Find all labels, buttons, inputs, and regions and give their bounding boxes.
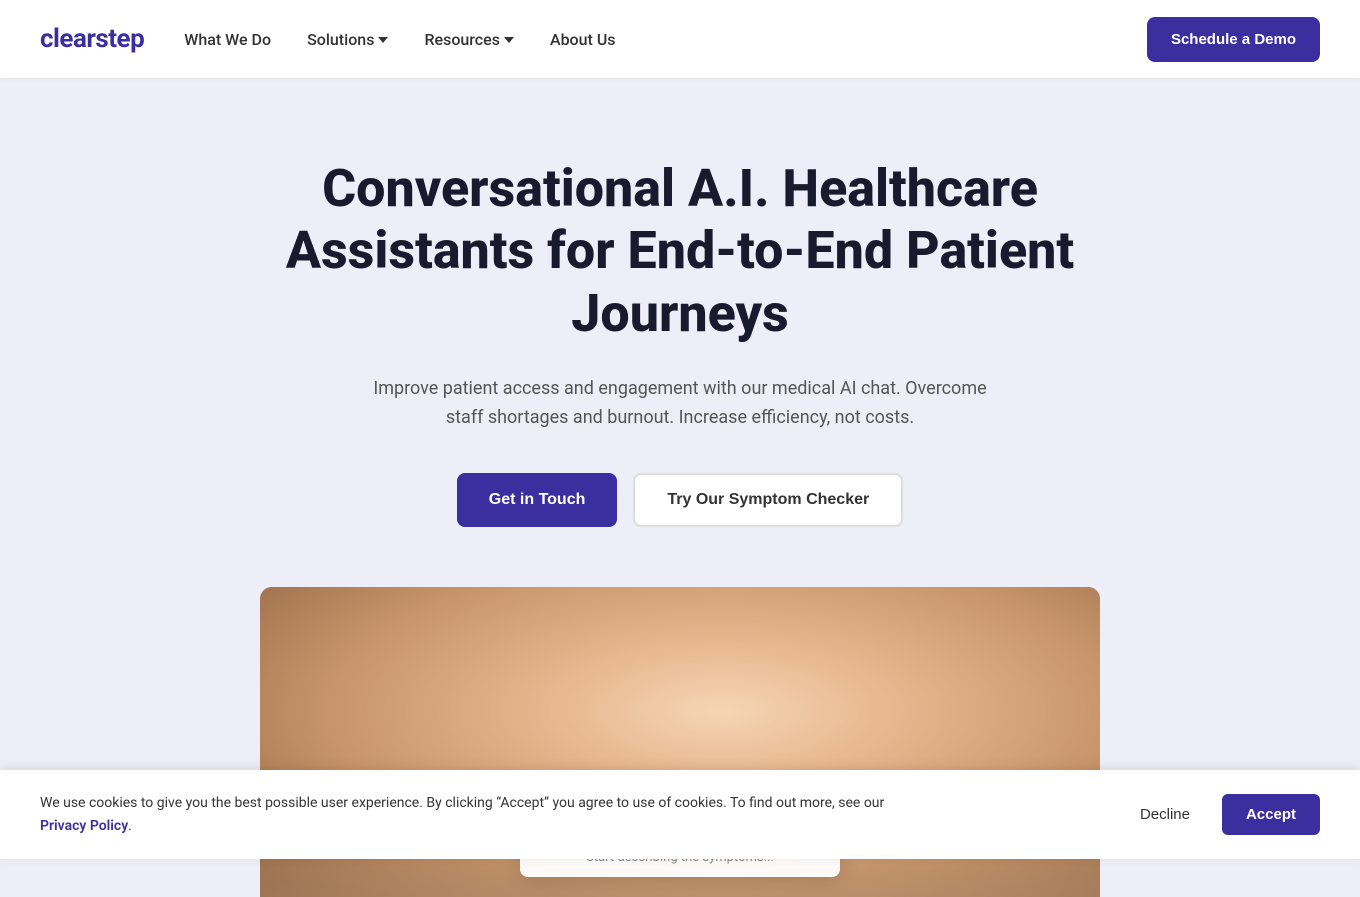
nav-item-what-we-do[interactable]: What We Do xyxy=(184,30,271,49)
nav-link-about-us[interactable]: About Us xyxy=(550,30,616,49)
nav-links: What We Do Solutions Resources About Us xyxy=(184,30,615,49)
hero-buttons: Get in Touch Try Our Symptom Checker xyxy=(40,473,1320,527)
symptom-checker-button[interactable]: Try Our Symptom Checker xyxy=(633,473,903,527)
nav-item-about-us[interactable]: About Us xyxy=(550,30,616,49)
cookie-text: We use cookies to give you the best poss… xyxy=(40,792,900,837)
privacy-policy-link[interactable]: Privacy Policy xyxy=(40,818,128,834)
accept-button[interactable]: Accept xyxy=(1222,794,1320,835)
hero-title: Conversational A.I. Healthcare Assistant… xyxy=(230,158,1130,345)
hero-subtitle: Improve patient access and engagement wi… xyxy=(370,375,990,433)
navbar: clearstep What We Do Solutions Resources… xyxy=(0,0,1360,78)
cookie-text-part1: We use cookies to give you the best poss… xyxy=(40,795,884,811)
nav-item-resources[interactable]: Resources xyxy=(424,30,514,49)
nav-item-solutions[interactable]: Solutions xyxy=(307,30,388,49)
cookie-banner: We use cookies to give you the best poss… xyxy=(0,770,1360,859)
brand-logo[interactable]: clearstep xyxy=(40,24,144,54)
cookie-text-part2: . xyxy=(128,818,132,834)
nav-link-what-we-do[interactable]: What We Do xyxy=(184,30,271,49)
get-in-touch-button[interactable]: Get in Touch xyxy=(457,473,618,527)
cookie-buttons: Decline Accept xyxy=(1120,794,1320,835)
schedule-demo-button[interactable]: Schedule a Demo xyxy=(1147,17,1320,62)
chevron-down-icon xyxy=(504,37,514,43)
nav-link-solutions[interactable]: Solutions xyxy=(307,30,388,49)
nav-link-resources[interactable]: Resources xyxy=(424,30,514,49)
chevron-down-icon xyxy=(378,37,388,43)
decline-button[interactable]: Decline xyxy=(1120,794,1210,835)
